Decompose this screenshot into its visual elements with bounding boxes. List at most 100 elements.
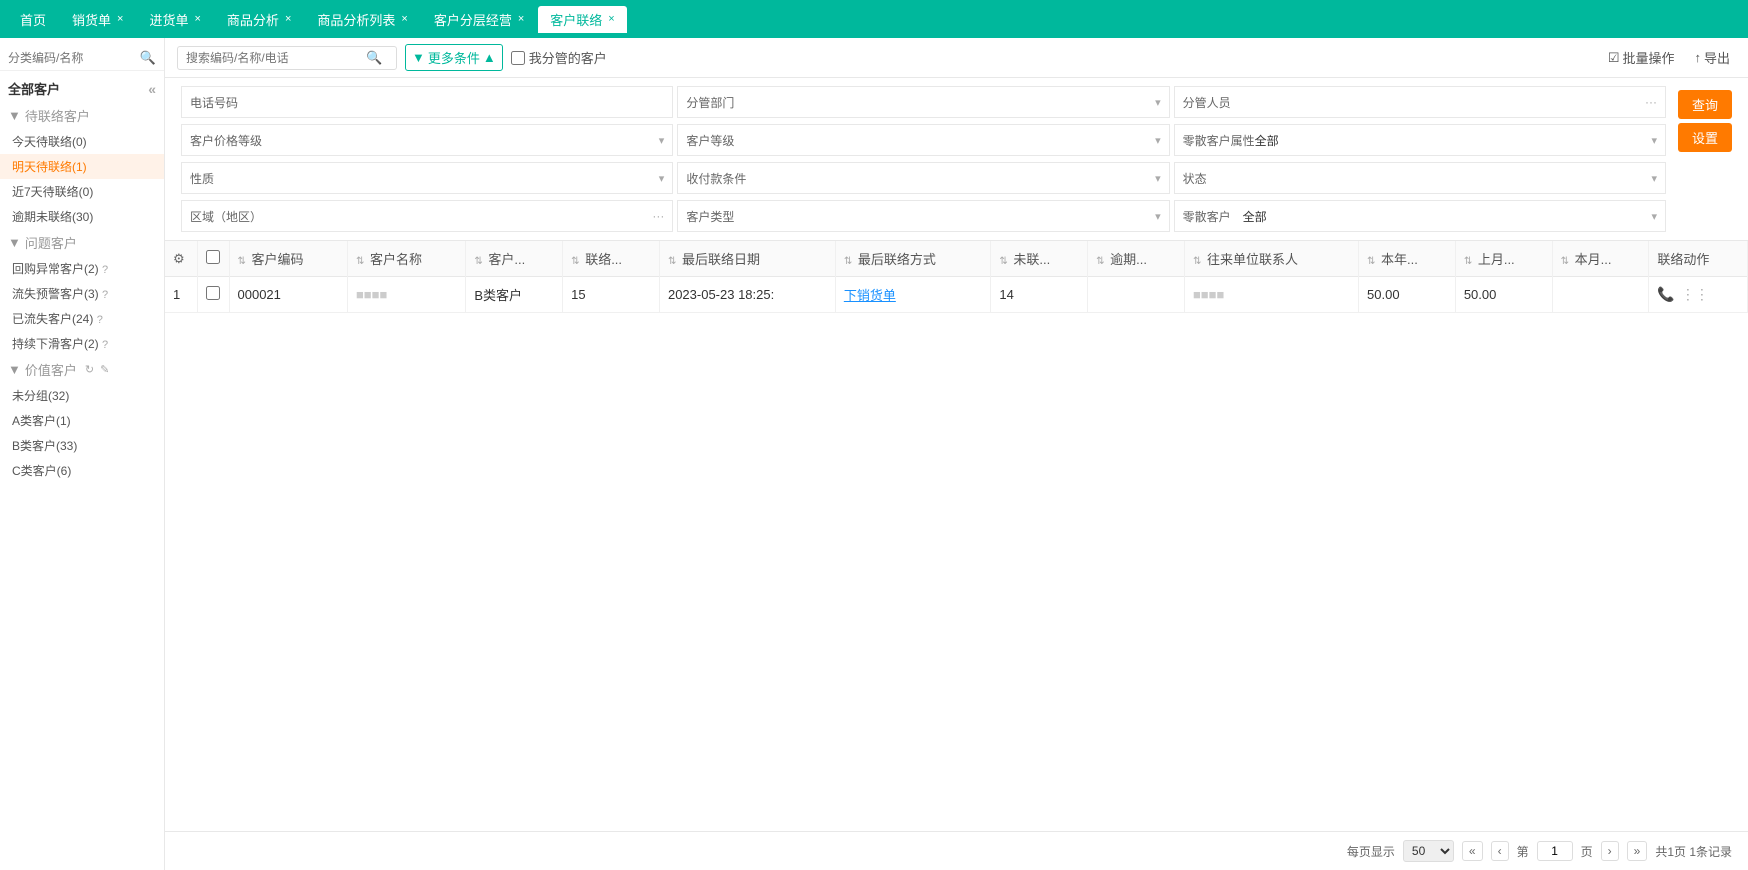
page-input[interactable] [1537,841,1573,861]
export-btn[interactable]: ↑ 导出 [1688,45,1736,70]
sidebar-item-today-pending[interactable]: 今天待联络(0) [0,129,164,154]
search-input[interactable] [186,51,366,65]
sidebar-item-churned[interactable]: 已流失客户(24) ? [0,306,164,331]
retail-customer-select[interactable]: 全部 ▾ [1243,208,1657,225]
prev-page-btn[interactable]: ‹ [1491,841,1509,861]
sort-icon-method: ⇅ [844,256,852,267]
filter-more-btn[interactable]: ▼ 更多条件 ▲ [405,44,503,71]
sidebar-group-pending: ▼ 待联络客户 [0,102,164,129]
page-size-label: 每页显示 [1347,843,1395,860]
nav-sales[interactable]: 销货单 × [60,6,135,33]
customer-type-select[interactable]: ▾ [746,210,1160,223]
refresh-icon[interactable]: ↻ [85,363,94,376]
sidebar-item-class-a[interactable]: A类客户(1) [0,408,164,433]
dept-chevron-icon: ▾ [1155,96,1161,109]
sort-icon-no-contact: ⇅ [999,256,1007,267]
status-select[interactable]: ▾ [1243,172,1657,185]
sort-icon-this-month: ⇅ [1561,256,1569,267]
filter-phone: 电话号码 [181,86,673,118]
td-index: 1 [165,277,197,313]
sidebar-item-repurchase-abnormal[interactable]: 回购异常客户(2) ? [0,256,164,281]
search-icon[interactable]: 🔍 [366,50,382,66]
person-dots[interactable]: ··· [1645,95,1657,109]
phone-input[interactable] [250,95,664,109]
filter-person: 分管人员 ··· [1174,86,1666,118]
nav-analysis[interactable]: 商品分析 × [215,6,303,33]
settings-button[interactable]: 设置 [1678,123,1732,152]
sidebar-item-declining[interactable]: 持续下滑客户(2) ? [0,331,164,356]
payment-chevron-icon: ▾ [1155,172,1161,185]
td-company-contact: ■■■■ [1184,277,1358,313]
close-analysis-icon[interactable]: × [285,13,291,25]
th-customer-type: ⇅ 客户... [466,241,563,277]
contact-method-link[interactable]: 下销货单 [844,288,896,303]
search-input-wrap: 🔍 [177,46,397,70]
table-row: 1 000021 ■■■■ B类客户 15 2023-05-23 18:25: … [165,277,1748,313]
query-button[interactable]: 查询 [1678,90,1732,119]
sidebar-item-week-pending[interactable]: 近7天待联络(0) [0,179,164,204]
triangle-icon-3: ▼ [8,362,21,377]
close-customer-layer-icon[interactable]: × [518,13,524,25]
price-level-select[interactable]: ▾ [262,134,664,147]
sort-icon-date: ⇅ [668,256,676,267]
nav-customer-layer[interactable]: 客户分层经营 × [422,6,536,33]
nav-analysis-list[interactable]: 商品分析列表 × [305,6,419,33]
next-page-btn[interactable]: › [1601,841,1619,861]
th-checkbox [197,241,229,277]
sidebar-item-churn-warning[interactable]: 流失预警客户(3) ? [0,281,164,306]
chevron-up-icon: ▲ [483,50,496,65]
sidebar-item-ungrouped[interactable]: 未分组(32) [0,383,164,408]
search-bar: 🔍 ▼ 更多条件 ▲ 我分管的客户 ☑ 批量操作 ↑ 导出 [165,38,1748,78]
payment-select[interactable]: ▾ [746,172,1160,185]
nature-select[interactable]: ▾ [250,172,664,185]
td-last-contact-method[interactable]: 下销货单 [835,277,991,313]
sort-icon-contact: ⇅ [571,256,579,267]
td-action: 📞 ⋮⋮ [1649,277,1748,313]
customer-table: ⚙ ⇅ 客户编码 ⇅ 客户名称 [165,241,1748,313]
sort-icon-last-month: ⇅ [1464,256,1472,267]
customer-level-select[interactable]: ▾ [746,134,1160,147]
nav-customer-contact[interactable]: 客户联络 × [538,6,626,33]
close-customer-contact-icon[interactable]: × [608,13,614,25]
first-page-btn[interactable]: « [1462,841,1483,861]
th-settings[interactable]: ⚙ [165,241,197,277]
nav-purchase[interactable]: 进货单 × [137,6,212,33]
dept-select[interactable]: ▾ [746,96,1160,109]
sidebar-search-icon[interactable]: 🔍 [140,50,156,66]
call-icon[interactable]: 📞 [1657,286,1674,303]
th-overdue: ⇅ 逾期... [1088,241,1185,277]
bulk-action-btn[interactable]: ☑ 批量操作 [1602,45,1681,70]
th-no-contact: ⇅ 未联... [991,241,1088,277]
close-analysis-list-icon[interactable]: × [401,13,407,25]
td-overdue [1088,277,1185,313]
sidebar-group-value: ▼ 价值客户 ↻ ✎ [0,356,164,383]
sidebar-item-class-c[interactable]: C类客户(6) [0,458,164,483]
row-checkbox[interactable] [206,286,220,300]
select-all-checkbox[interactable] [206,250,220,264]
page-size-select[interactable]: 50 100 200 [1403,840,1454,862]
region-dots[interactable]: ··· [652,209,664,223]
edit-icon[interactable]: ✎ [100,363,109,376]
close-sales-icon[interactable]: × [117,13,123,25]
sort-icon-company: ⇅ [1193,256,1201,267]
all-customers-title[interactable]: 全部客户 « [0,75,164,102]
filter-payment: 收付款条件 ▾ [677,162,1169,194]
more-action-icon[interactable]: ⋮⋮ [1681,286,1709,303]
sidebar-item-tomorrow-pending[interactable]: 明天待联络(1) [0,154,164,179]
retail-attr-select[interactable]: 全部 ▾ [1255,132,1657,149]
my-customers-checkbox[interactable] [511,51,525,65]
sidebar-search-input[interactable] [8,51,140,65]
my-customers-toggle[interactable]: 我分管的客户 [511,48,607,67]
filter-dept: 分管部门 ▾ [677,86,1169,118]
sidebar: 🔍 全部客户 « ▼ 待联络客户 今天待联络(0) 明天待联络(1) 近7天待联… [0,38,165,870]
settings-col-icon[interactable]: ⚙ [173,251,185,266]
nav-home[interactable]: 首页 [8,6,58,33]
sidebar-item-class-b[interactable]: B类客户(33) [0,433,164,458]
top-nav: 首页 销货单 × 进货单 × 商品分析 × 商品分析列表 × 客户分层经营 × … [0,0,1748,38]
filter-row-2: 客户价格等级 ▾ 客户等级 ▾ [181,124,1666,156]
customer-level-chevron-icon: ▾ [1155,134,1161,147]
td-last-month: 50.00 [1455,277,1552,313]
last-page-btn[interactable]: » [1627,841,1648,861]
sidebar-item-overdue[interactable]: 逾期未联络(30) [0,204,164,229]
close-purchase-icon[interactable]: × [194,13,200,25]
